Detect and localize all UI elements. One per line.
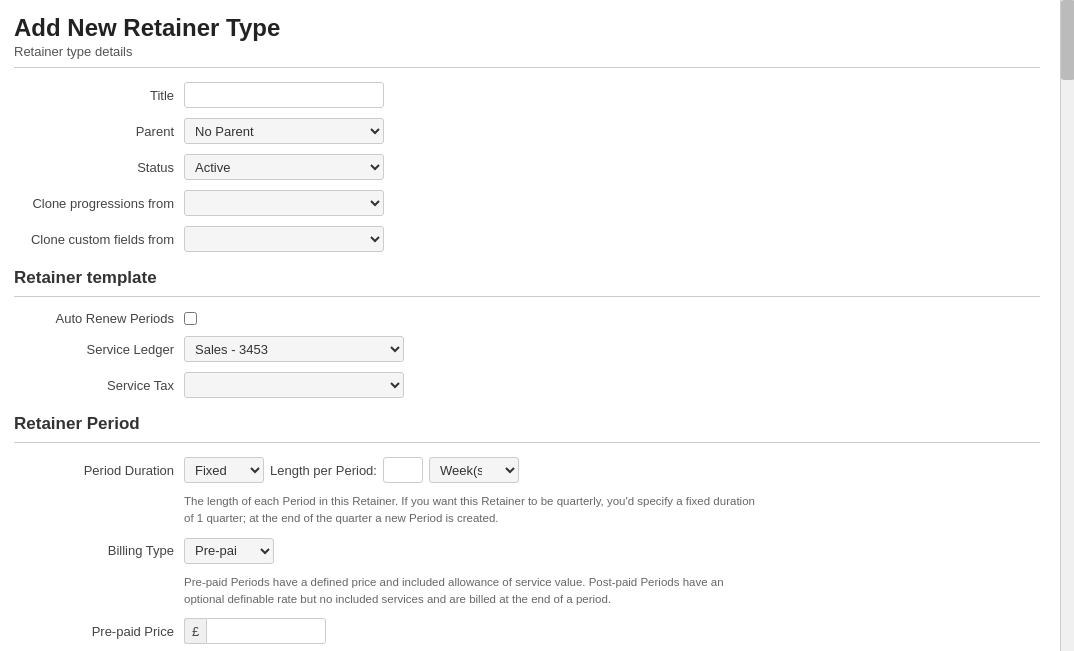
clone-progressions-row: Clone progressions from (14, 190, 1040, 216)
billing-type-helper: Pre-paid Periods have a defined price an… (184, 574, 764, 609)
title-row: Title (14, 82, 1040, 108)
clone-progressions-select[interactable] (184, 190, 384, 216)
template-divider (14, 296, 1040, 297)
clone-fields-row: Clone custom fields from (14, 226, 1040, 252)
clone-progressions-label: Clone progressions from (14, 196, 184, 211)
retainer-period-section: Retainer Period Period Duration Fixed Ro… (14, 414, 1040, 651)
length-per-period-label: Length per Period: (270, 463, 377, 478)
billing-type-select[interactable]: Pre-paid Post-paid (184, 538, 274, 564)
prepaid-price-container: Pre-paid Price £ Currency fields must co… (14, 618, 1040, 651)
page-title: Add New Retainer Type (14, 14, 1040, 42)
currency-symbol: £ (184, 618, 206, 644)
price-input[interactable] (206, 618, 326, 644)
title-input[interactable] (184, 82, 384, 108)
auto-renew-checkbox-container (184, 312, 197, 325)
length-input[interactable] (383, 457, 423, 483)
parent-row: Parent No Parent (14, 118, 1040, 144)
fixed-select[interactable]: Fixed Rolling (184, 457, 264, 483)
title-label: Title (14, 88, 184, 103)
auto-renew-label: Auto Renew Periods (14, 311, 184, 326)
clone-fields-select[interactable] (184, 226, 384, 252)
service-ledger-label: Service Ledger (14, 342, 184, 357)
scrollbar-thumb[interactable] (1061, 0, 1074, 80)
service-ledger-row: Service Ledger Sales - 3453 (14, 336, 1040, 362)
retainer-type-details-section: Title Parent No Parent Status Active Ina… (14, 82, 1040, 252)
prepaid-price-label: Pre-paid Price (14, 624, 184, 639)
prepaid-price-row: Pre-paid Price £ (14, 618, 1040, 644)
retainer-template-heading: Retainer template (14, 268, 1040, 288)
status-row: Status Active Inactive (14, 154, 1040, 180)
billing-type-label: Billing Type (14, 543, 184, 558)
auto-renew-checkbox[interactable] (184, 312, 197, 325)
period-duration-label: Period Duration (14, 463, 184, 478)
parent-select[interactable]: No Parent (184, 118, 384, 144)
billing-helper-text: Pre-paid Periods have a defined price an… (184, 576, 724, 605)
auto-renew-row: Auto Renew Periods (14, 311, 1040, 326)
header-divider (14, 67, 1040, 68)
period-duration-row: Period Duration Fixed Rolling Length per… (14, 457, 1040, 528)
status-label: Status (14, 160, 184, 175)
status-select[interactable]: Active Inactive (184, 154, 384, 180)
clone-fields-label: Clone custom fields from (14, 232, 184, 247)
parent-label: Parent (14, 124, 184, 139)
billing-type-row-container: Billing Type Pre-paid Post-paid Pre-paid… (14, 538, 1040, 609)
scrollbar-track[interactable] (1060, 0, 1074, 651)
retainer-period-heading: Retainer Period (14, 414, 1040, 434)
service-tax-row: Service Tax (14, 372, 1040, 398)
period-duration-helper: The length of each Period in this Retain… (184, 493, 764, 528)
week-select[interactable]: Week(s) Month(s) Quarter(s) Year(s) (429, 457, 519, 483)
retainer-template-section: Retainer template Auto Renew Periods Ser… (14, 268, 1040, 398)
service-ledger-select[interactable]: Sales - 3453 (184, 336, 404, 362)
service-tax-label: Service Tax (14, 378, 184, 393)
service-tax-select[interactable] (184, 372, 404, 398)
period-duration-controls: Fixed Rolling Length per Period: Week(s)… (184, 457, 519, 483)
period-divider (14, 442, 1040, 443)
page-subtitle: Retainer type details (14, 44, 1040, 59)
